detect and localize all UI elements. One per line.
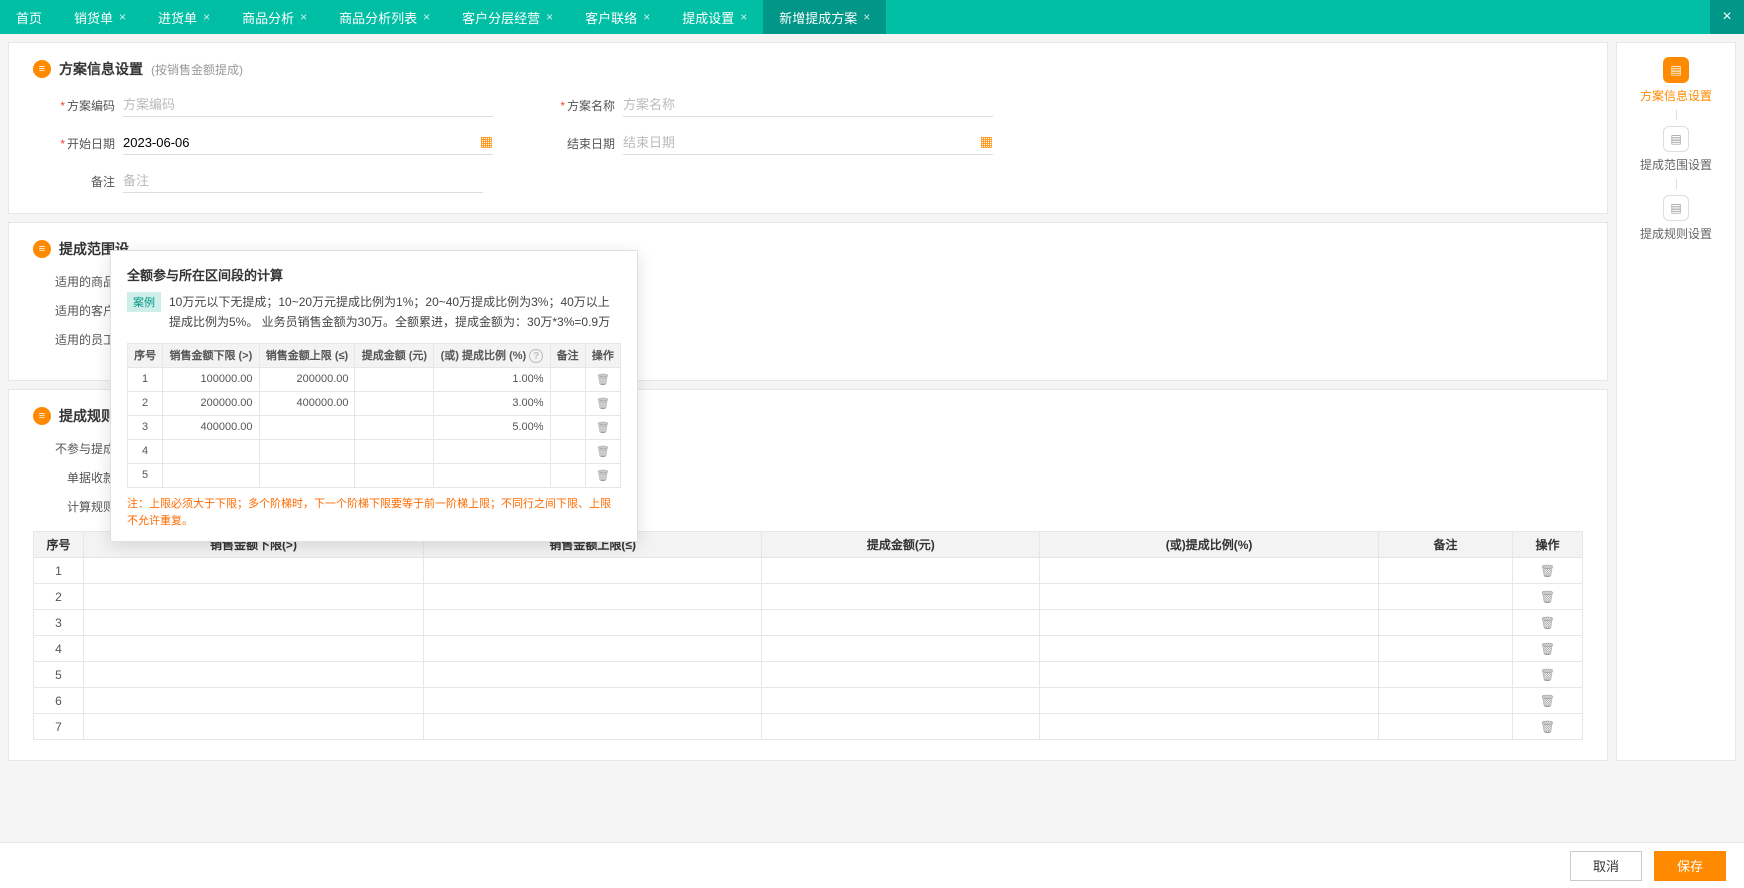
code-input[interactable] — [123, 93, 493, 117]
example-text: 10万元以下无提成；10~20万元提成比例为1%；20~40万提成比例为3%；4… — [169, 292, 621, 333]
tab-close-icon[interactable]: × — [740, 10, 747, 24]
trash-icon[interactable]: 🗑 — [1540, 642, 1555, 656]
example-tag: 案例 — [127, 292, 161, 312]
tab-客户分层经营[interactable]: 客户分层经营× — [446, 0, 569, 34]
anchor-nav: ▤方案信息设置 ▤提成范围设置 ▤提成规则设置 — [1616, 42, 1736, 761]
mini-col-header: 序号 — [128, 343, 163, 367]
mini-row: 4🗑 — [128, 439, 621, 463]
trash-icon[interactable]: 🗑 — [596, 374, 610, 386]
name-label: 方案名称 — [567, 99, 615, 113]
anchor-方案信息设置[interactable]: ▤方案信息设置 — [1640, 57, 1712, 104]
section-badge-icon: ≡ — [33, 240, 51, 258]
trash-icon[interactable]: 🗑 — [1540, 720, 1555, 734]
calendar-icon[interactable]: ▦ — [480, 133, 493, 150]
col-header: 提成金额(元) — [762, 532, 1040, 558]
section-badge-icon: ≡ — [33, 407, 51, 425]
example-popover: 全额参与所在区间段的计算 案例 10万元以下无提成；10~20万元提成比例为1%… — [110, 250, 638, 542]
save-button[interactable]: 保存 — [1654, 851, 1726, 881]
mini-col-header: 销售金额上限 (≤) — [259, 343, 355, 367]
popover-note: 注：上限必须大于下限；多个阶梯时，下一个阶梯下限要等于前一阶梯上限；不同行之间下… — [127, 496, 621, 531]
tab-提成设置[interactable]: 提成设置× — [666, 0, 763, 34]
tab-close-icon[interactable]: × — [203, 10, 210, 24]
mini-row: 3400000.005.00%🗑 — [128, 415, 621, 439]
table-row[interactable]: 4🗑 — [34, 636, 1583, 662]
tab-close-icon[interactable]: × — [119, 10, 126, 24]
anchor-icon: ▤ — [1663, 126, 1689, 152]
calendar-icon[interactable]: ▦ — [980, 133, 993, 150]
section1-title: 方案信息设置 — [59, 59, 143, 79]
col-header: 操作 — [1513, 532, 1583, 558]
panel-plan-info: ≡ 方案信息设置 (按销售金额提成) *方案编码 *方案名称 *开始日期 — [8, 42, 1608, 214]
tab-close-icon[interactable]: × — [643, 10, 650, 24]
name-input[interactable] — [623, 93, 993, 117]
trash-icon[interactable]: 🗑 — [1540, 616, 1555, 630]
tab-进货单[interactable]: 进货单× — [142, 0, 226, 34]
mini-col-header: 销售金额下限 (>) — [163, 343, 259, 367]
end-label: 结束日期 — [567, 137, 615, 151]
tab-客户联络[interactable]: 客户联络× — [569, 0, 666, 34]
mini-row: 2200000.00400000.003.00%🗑 — [128, 391, 621, 415]
tab-bar: 首页销货单×进货单×商品分析×商品分析列表×客户分层经营×客户联络×提成设置×新… — [0, 0, 1744, 34]
rule-table: 序号销售金额下限(>)销售金额上限(≤)提成金额(元)(或)提成比例(%)备注操… — [33, 531, 1583, 740]
tab-销货单[interactable]: 销货单× — [58, 0, 142, 34]
anchor-提成规则设置[interactable]: ▤提成规则设置 — [1640, 195, 1712, 242]
trash-icon[interactable]: 🗑 — [596, 446, 610, 458]
mini-col-header: (或) 提成比例 (%) ? — [434, 343, 550, 367]
col-header: 备注 — [1378, 532, 1512, 558]
footer-bar: 取消 保存 — [0, 842, 1744, 888]
tab-商品分析[interactable]: 商品分析× — [226, 0, 323, 34]
col-header: 序号 — [34, 532, 84, 558]
start-date-input[interactable] — [123, 131, 493, 155]
tab-close-icon[interactable]: × — [300, 10, 307, 24]
mini-row: 5🗑 — [128, 463, 621, 487]
tab-商品分析列表[interactable]: 商品分析列表× — [323, 0, 446, 34]
cancel-button[interactable]: 取消 — [1570, 851, 1642, 881]
tab-close-icon[interactable]: × — [423, 10, 430, 24]
anchor-提成范围设置[interactable]: ▤提成范围设置 — [1640, 126, 1712, 173]
trash-icon[interactable]: 🗑 — [1540, 694, 1555, 708]
help-icon[interactable]: ? — [529, 349, 543, 363]
tab-close-icon[interactable]: × — [863, 10, 870, 24]
table-row[interactable]: 1🗑 — [34, 558, 1583, 584]
code-label: 方案编码 — [67, 99, 115, 113]
mini-col-header: 操作 — [585, 343, 620, 367]
col-header: (或)提成比例(%) — [1040, 532, 1379, 558]
anchor-icon: ▤ — [1663, 195, 1689, 221]
example-table: 序号销售金额下限 (>)销售金额上限 (≤)提成金额 (元)(或) 提成比例 (… — [127, 343, 621, 488]
anchor-icon: ▤ — [1663, 57, 1689, 83]
remark-label: 备注 — [91, 175, 115, 189]
mini-col-header: 提成金额 (元) — [355, 343, 434, 367]
mini-row: 1100000.00200000.001.00%🗑 — [128, 367, 621, 391]
mini-col-header: 备注 — [550, 343, 585, 367]
trash-icon[interactable]: 🗑 — [596, 422, 610, 434]
popover-heading: 全额参与所在区间段的计算 — [127, 265, 621, 284]
end-date-input[interactable] — [623, 131, 993, 155]
tab-首页[interactable]: 首页 — [0, 0, 58, 34]
trash-icon[interactable]: 🗑 — [1540, 668, 1555, 682]
trash-icon[interactable]: 🗑 — [596, 398, 610, 410]
close-all-tabs-button[interactable]: × — [1710, 0, 1744, 34]
start-label: 开始日期 — [67, 137, 115, 151]
table-row[interactable]: 3🗑 — [34, 610, 1583, 636]
table-row[interactable]: 2🗑 — [34, 584, 1583, 610]
remark-input[interactable] — [123, 169, 483, 193]
tab-新增提成方案[interactable]: 新增提成方案× — [763, 0, 886, 34]
table-row[interactable]: 7🗑 — [34, 714, 1583, 740]
trash-icon[interactable]: 🗑 — [1540, 590, 1555, 604]
section-badge-icon: ≡ — [33, 60, 51, 78]
section1-subtitle: (按销售金额提成) — [151, 61, 243, 78]
tab-close-icon[interactable]: × — [546, 10, 553, 24]
table-row[interactable]: 6🗑 — [34, 688, 1583, 714]
trash-icon[interactable]: 🗑 — [596, 470, 610, 482]
trash-icon[interactable]: 🗑 — [1540, 564, 1555, 578]
table-row[interactable]: 5🗑 — [34, 662, 1583, 688]
